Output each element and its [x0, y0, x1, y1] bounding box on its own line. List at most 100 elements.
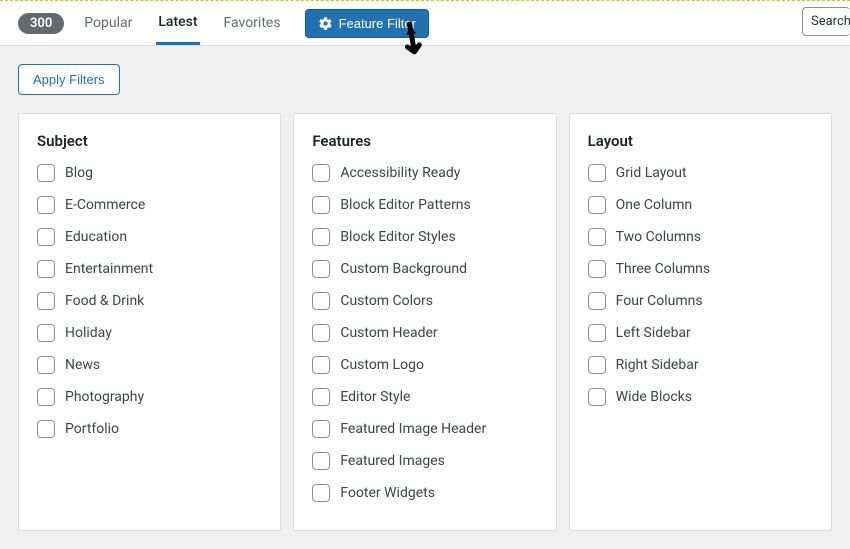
filter-option[interactable]: Footer Widgets	[312, 484, 537, 502]
checkbox[interactable]	[312, 228, 330, 246]
tab-favorites[interactable]: Favorites	[222, 3, 283, 43]
checkbox[interactable]	[312, 356, 330, 374]
filter-option[interactable]: Custom Logo	[312, 356, 537, 374]
filter-option[interactable]: Featured Images	[312, 452, 537, 470]
filter-option-label: Footer Widgets	[340, 485, 435, 501]
filter-option-label: Food & Drink	[65, 293, 144, 309]
filter-option-label: Grid Layout	[616, 165, 687, 181]
checkbox[interactable]	[37, 356, 55, 374]
filter-option[interactable]: Two Columns	[588, 228, 813, 246]
gear-icon	[318, 16, 333, 31]
checkbox[interactable]	[312, 164, 330, 182]
checkbox[interactable]	[37, 196, 55, 214]
checkbox[interactable]	[37, 164, 55, 182]
filter-option[interactable]: Custom Colors	[312, 292, 537, 310]
filter-option-label: One Column	[616, 197, 693, 213]
filter-option-label: Blog	[65, 165, 93, 181]
filter-option[interactable]: Education	[37, 228, 262, 246]
feature-filter-button[interactable]: Feature Filter	[305, 9, 429, 38]
search-input[interactable]: Search	[802, 7, 850, 36]
filter-option[interactable]: Four Columns	[588, 292, 813, 310]
checkbox[interactable]	[312, 452, 330, 470]
checkbox[interactable]	[37, 228, 55, 246]
checkbox[interactable]	[588, 228, 606, 246]
checkbox[interactable]	[312, 292, 330, 310]
filter-option-label: Photography	[65, 389, 144, 405]
theme-count-pill: 300	[18, 13, 64, 34]
filter-option[interactable]: Custom Header	[312, 324, 537, 342]
filter-option-label: E-Commerce	[65, 197, 145, 213]
filter-option-label: Education	[65, 229, 127, 245]
filter-option-label: Block Editor Styles	[340, 229, 455, 245]
filter-option[interactable]: Editor Style	[312, 388, 537, 406]
filter-option-label: Block Editor Patterns	[340, 197, 470, 213]
filter-area: Apply Filters Subject Blog E-Commerce Educ…	[0, 46, 850, 549]
filter-option-label: Featured Image Header	[340, 421, 486, 437]
filter-option[interactable]: Block Editor Patterns	[312, 196, 537, 214]
checkbox[interactable]	[588, 388, 606, 406]
panel-subject: Subject Blog E-Commerce Education Entertain…	[18, 113, 281, 531]
filter-option[interactable]: Featured Image Header	[312, 420, 537, 438]
filter-option[interactable]: Photography	[37, 388, 262, 406]
checkbox[interactable]	[37, 324, 55, 342]
apply-filters-button[interactable]: Apply Filters	[18, 64, 120, 95]
checkbox[interactable]	[37, 388, 55, 406]
filter-option[interactable]: One Column	[588, 196, 813, 214]
checkbox[interactable]	[312, 196, 330, 214]
filter-option-label: Right Sidebar	[616, 357, 699, 373]
filter-option[interactable]: Portfolio	[37, 420, 262, 438]
filter-option-label: Wide Blocks	[616, 389, 692, 405]
filter-option[interactable]: Entertainment	[37, 260, 262, 278]
filter-option-label: Two Columns	[616, 229, 701, 245]
filter-option-label: Left Sidebar	[616, 325, 691, 341]
filter-option-label: Custom Colors	[340, 293, 433, 309]
filter-option[interactable]: Grid Layout	[588, 164, 813, 182]
filter-option-label: Editor Style	[340, 389, 410, 405]
filter-option-label: Four Columns	[616, 293, 703, 309]
filter-option[interactable]: E-Commerce	[37, 196, 262, 214]
panel-features-title: Features	[312, 132, 537, 150]
checkbox[interactable]	[37, 420, 55, 438]
checkbox[interactable]	[588, 356, 606, 374]
panel-features-list: Accessibility Ready Block Editor Patterns…	[312, 164, 537, 502]
panel-layout: Layout Grid Layout One Column Two Columns T…	[569, 113, 832, 531]
tab-latest[interactable]: Latest	[156, 2, 199, 45]
tab-popular[interactable]: Popular	[82, 3, 134, 43]
filter-option-label: Entertainment	[65, 261, 153, 277]
filter-option-label: Custom Header	[340, 325, 437, 341]
checkbox[interactable]	[588, 164, 606, 182]
filter-option[interactable]: Custom Background	[312, 260, 537, 278]
checkbox[interactable]	[588, 260, 606, 278]
filter-option[interactable]: Three Columns	[588, 260, 813, 278]
filter-option[interactable]: Holiday	[37, 324, 262, 342]
panel-features: Features Accessibility Ready Block Editor…	[293, 113, 556, 531]
filter-option[interactable]: Blog	[37, 164, 262, 182]
panel-subject-list: Blog E-Commerce Education Entertainment Food…	[37, 164, 262, 438]
checkbox[interactable]	[588, 324, 606, 342]
checkbox[interactable]	[588, 292, 606, 310]
checkbox[interactable]	[312, 388, 330, 406]
filter-option-label: Custom Logo	[340, 357, 424, 373]
checkbox[interactable]	[588, 196, 606, 214]
filter-option-label: Three Columns	[616, 261, 710, 277]
filter-option[interactable]: Wide Blocks	[588, 388, 813, 406]
checkbox[interactable]	[37, 260, 55, 278]
panel-subject-title: Subject	[37, 132, 262, 150]
filter-option[interactable]: Left Sidebar	[588, 324, 813, 342]
checkbox[interactable]	[37, 292, 55, 310]
checkbox[interactable]	[312, 260, 330, 278]
checkbox[interactable]	[312, 324, 330, 342]
panel-layout-title: Layout	[588, 132, 813, 150]
filter-option[interactable]: Right Sidebar	[588, 356, 813, 374]
filter-option[interactable]: Food & Drink	[37, 292, 262, 310]
top-navigation: 300 Popular Latest Favorites Feature Fil…	[0, 0, 850, 46]
filter-option[interactable]: Accessibility Ready	[312, 164, 537, 182]
filter-option-label: Accessibility Ready	[340, 165, 460, 181]
checkbox[interactable]	[312, 484, 330, 502]
filter-option-label: Holiday	[65, 325, 112, 341]
filter-option-label: News	[65, 357, 100, 373]
filter-option[interactable]: News	[37, 356, 262, 374]
filter-option[interactable]: Block Editor Styles	[312, 228, 537, 246]
filter-option-label: Portfolio	[65, 421, 119, 437]
checkbox[interactable]	[312, 420, 330, 438]
